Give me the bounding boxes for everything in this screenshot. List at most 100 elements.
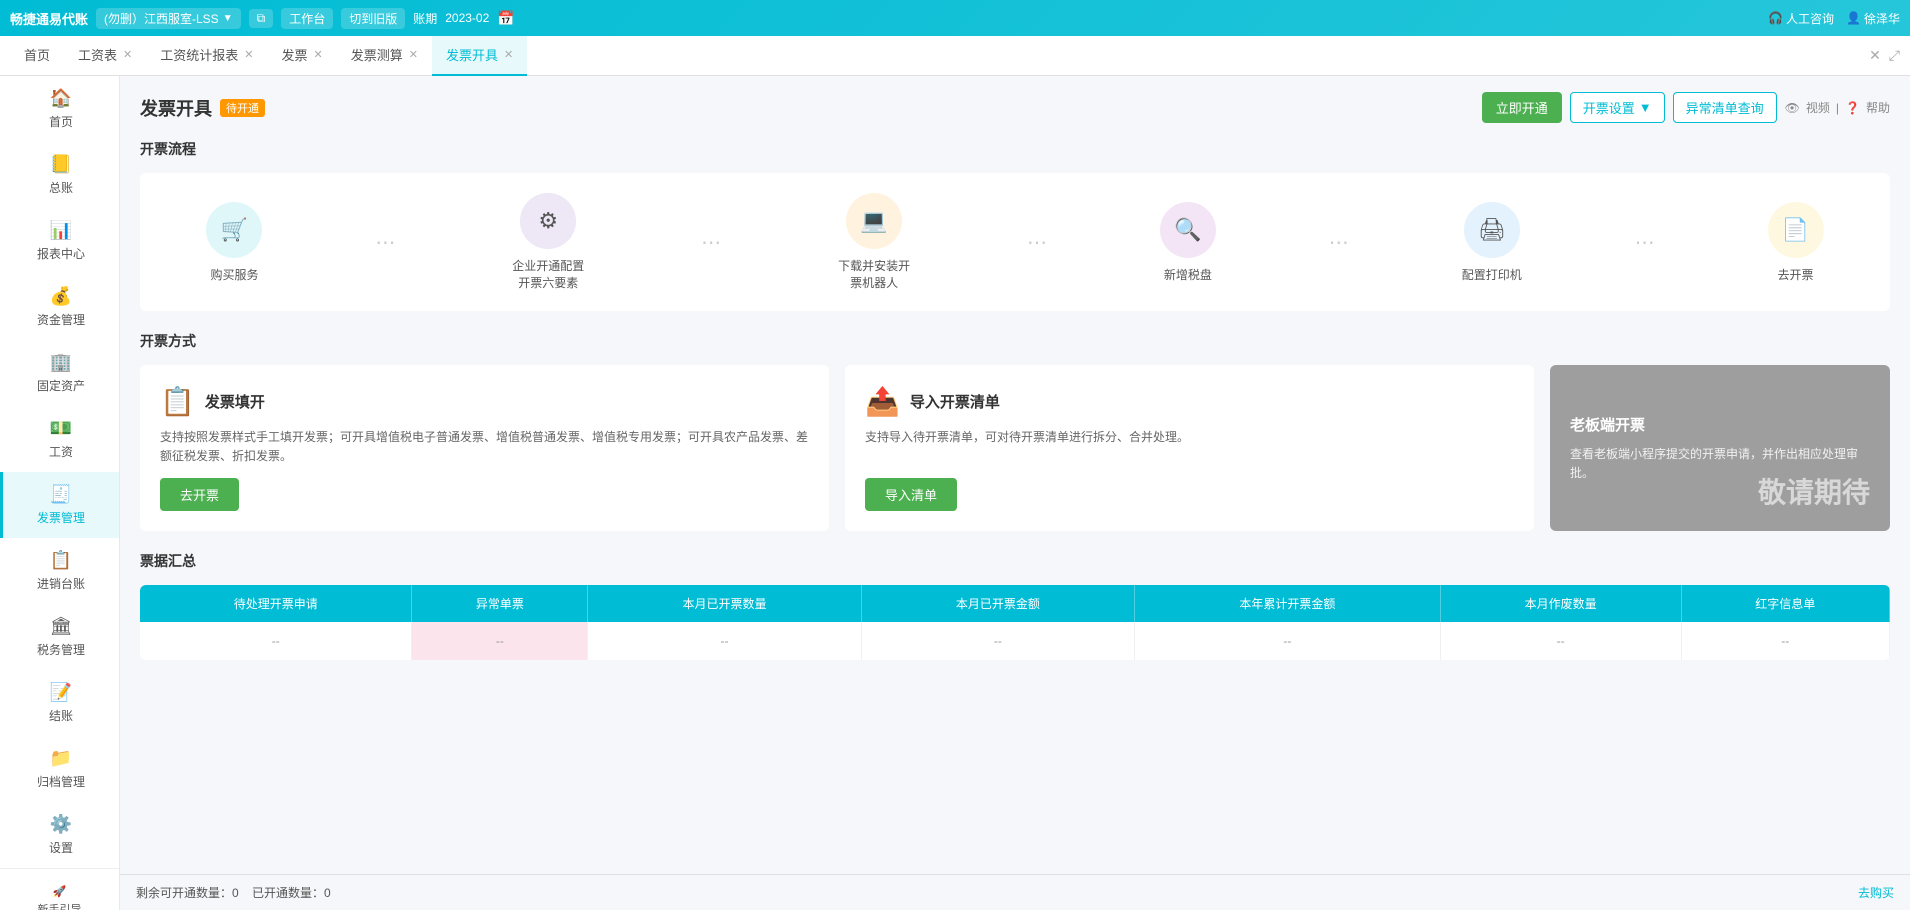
sidebar-item-settings[interactable]: ⚙️ 设置: [0, 802, 119, 868]
step-configure[interactable]: ⚙ 企业开通配置开票六要素: [508, 193, 588, 291]
open-settings-button[interactable]: 开票设置 ▼: [1570, 92, 1665, 123]
company-name: (勿删）江西服室-LSS: [104, 10, 219, 27]
tab-invoice-issue-label: 发票开具: [446, 45, 498, 64]
top-bar: 畅捷通易代账 (勿删）江西服室-LSS ▼ ⧉ 工作台 切到旧版 账期 2023…: [0, 0, 1910, 36]
sidebar-item-ledger[interactable]: 📒 总账: [0, 142, 119, 208]
method-cards: 📋 发票填开 支持按照发票样式手工填开发票；可开具增值税电子普通发票、增值税普通…: [140, 365, 1890, 531]
step-issue-invoice-icon: 📄: [1782, 217, 1809, 243]
cell-pending[interactable]: --: [140, 622, 412, 660]
sidebar-item-settlement[interactable]: 📝 结账: [0, 670, 119, 736]
sidebar-item-purchase-sales-label: 进销台账: [37, 575, 85, 592]
sidebar-item-guide[interactable]: 🚀 新手引导: [0, 877, 119, 910]
sep1: |: [1836, 101, 1839, 115]
sidebar-item-home-label: 首页: [49, 113, 73, 130]
help-label[interactable]: 帮助: [1866, 99, 1890, 116]
calendar-icon[interactable]: 📅: [497, 10, 514, 27]
tab-home[interactable]: 首页: [10, 36, 64, 76]
window-restore-icon[interactable]: ⤢: [1889, 47, 1900, 64]
sidebar-item-invoice-label: 发票管理: [37, 509, 85, 526]
tab-payroll[interactable]: 工资表 ✕: [64, 36, 146, 76]
window-close-icon[interactable]: ✕: [1869, 47, 1881, 64]
period-value[interactable]: 2023-02: [445, 11, 489, 25]
sidebar-item-payroll-label: 工资: [49, 443, 73, 460]
method-card-import-header: 📤 导入开票清单: [865, 385, 1514, 418]
tab-invoice-issue-close[interactable]: ✕: [504, 48, 513, 61]
col-red-info: 红字信息单: [1681, 585, 1889, 622]
import-list-button[interactable]: 导入清单: [865, 478, 957, 511]
sidebar-item-settlement-label: 结账: [49, 707, 73, 724]
bottom-remaining: 剩余可开通数量：0 已开通数量：0: [136, 884, 331, 901]
col-month-amount: 本月已开票金额: [861, 585, 1134, 622]
tab-invoice[interactable]: 发票 ✕: [267, 36, 336, 76]
workspace-button[interactable]: 工作台: [281, 8, 333, 29]
user-icon: 👤: [1846, 11, 1861, 25]
abnormal-query-button[interactable]: 异常清单查询: [1673, 92, 1777, 123]
tab-bar-right: ✕ ⤢: [1869, 47, 1900, 64]
sidebar-item-assets[interactable]: 🏢 固定资产: [0, 340, 119, 406]
sidebar-item-archive[interactable]: 📁 归档管理: [0, 736, 119, 802]
cell-month-amount: --: [861, 622, 1134, 660]
sidebar-item-reports-label: 报表中心: [37, 245, 85, 262]
col-abnormal: 异常单票: [412, 585, 588, 622]
cell-void-count: --: [1440, 622, 1681, 660]
payroll-icon: 💵: [50, 418, 72, 439]
sidebar-item-invoice[interactable]: 🧾 发票管理: [0, 472, 119, 538]
tab-invoice-calc-close[interactable]: ✕: [409, 48, 418, 61]
step-download[interactable]: 💻 下载并安装开票机器人: [834, 193, 914, 291]
tab-payroll-close[interactable]: ✕: [123, 48, 132, 61]
method-card-manual-icon: 📋: [160, 385, 195, 418]
page-actions-right: 👁 视频 | ❓ 帮助: [1785, 99, 1890, 116]
process-section: 开票流程 🛒 购买服务 ⋯ ⚙ 企业开通配置开票六要素 ⋯: [140, 139, 1890, 311]
copy-button[interactable]: ⧉: [249, 9, 274, 28]
sidebar-item-ledger-label: 总账: [49, 179, 73, 196]
summary-section: 票据汇总 待处理开票申请 异常单票 本月已开票数量 本月已开票金额 本年累计开票…: [140, 551, 1890, 660]
step-issue-invoice[interactable]: 📄 去开票: [1768, 202, 1824, 283]
sidebar-item-tax-label: 税务管理: [37, 641, 85, 658]
step-buy-service[interactable]: 🛒 购买服务: [206, 202, 262, 283]
cell-abnormal[interactable]: --: [412, 622, 588, 660]
page-title: 发票开具: [140, 95, 212, 121]
method-section: 开票方式 📋 发票填开 支持按照发票样式手工填开发票；可开具增值税电子普通发票、…: [140, 331, 1890, 531]
sidebar-item-tax[interactable]: 🏛 税务管理: [0, 604, 119, 670]
sidebar-item-reports[interactable]: 📊 报表中心: [0, 208, 119, 274]
tab-payroll-stats-label: 工资统计报表: [160, 45, 238, 64]
tab-invoice-issue[interactable]: 发票开具 ✕: [432, 36, 527, 76]
open-now-button[interactable]: 立即开通: [1482, 92, 1562, 123]
tab-invoice-calc[interactable]: 发票测算 ✕: [337, 36, 432, 76]
method-card-import: 📤 导入开票清单 支持导入待开票清单，可对待开票清单进行拆分、合并处理。 导入清…: [845, 365, 1534, 531]
buy-link[interactable]: 去购买: [1858, 884, 1894, 901]
arrow-4: ⋯: [1329, 230, 1349, 255]
assets-icon: 🏢: [50, 352, 72, 373]
service-icon: 🎧: [1768, 11, 1783, 25]
user-info[interactable]: 👤 徐泽华: [1846, 10, 1900, 27]
tab-home-label: 首页: [24, 45, 50, 64]
go-issue-button[interactable]: 去开票: [160, 478, 239, 511]
service-button[interactable]: 🎧 人工咨询: [1768, 10, 1834, 27]
step-add-taxbox-icon: 🔍: [1174, 217, 1201, 243]
sidebar-item-funds[interactable]: 💰 资金管理: [0, 274, 119, 340]
ledger-icon: 📒: [50, 154, 72, 175]
tax-icon: 🏛: [50, 616, 73, 637]
step-add-taxbox[interactable]: 🔍 新增税盘: [1160, 202, 1216, 283]
page-title-row: 发票开具 待开通: [140, 95, 265, 121]
sidebar-item-purchase-sales[interactable]: 📋 进销台账: [0, 538, 119, 604]
view-label[interactable]: 视频: [1806, 99, 1830, 116]
sidebar-item-home[interactable]: 🏠 首页: [0, 76, 119, 142]
step-add-taxbox-label: 新增税盘: [1164, 266, 1212, 283]
top-bar-right: 🎧 人工咨询 👤 徐泽华: [1768, 10, 1900, 27]
tab-invoice-close[interactable]: ✕: [314, 48, 323, 61]
coming-soon-label: 敬请期待: [1758, 471, 1870, 511]
company-selector[interactable]: (勿删）江西服室-LSS ▼: [96, 8, 241, 29]
home-icon: 🏠: [50, 88, 72, 109]
open-settings-label: 开票设置: [1583, 98, 1635, 117]
tab-payroll-stats-close[interactable]: ✕: [244, 48, 253, 61]
step-config-printer[interactable]: 🖨 配置打印机: [1462, 202, 1522, 283]
switch-old-button[interactable]: 切到旧版: [341, 8, 405, 29]
step-download-label: 下载并安装开票机器人: [834, 257, 914, 291]
tab-payroll-stats[interactable]: 工资统计报表 ✕: [146, 36, 267, 76]
sidebar-item-archive-label: 归档管理: [37, 773, 85, 790]
step-configure-label: 企业开通配置开票六要素: [508, 257, 588, 291]
sidebar-item-payroll[interactable]: 💵 工资: [0, 406, 119, 472]
method-card-import-title: 导入开票清单: [910, 391, 1000, 412]
process-steps: 🛒 购买服务 ⋯ ⚙ 企业开通配置开票六要素 ⋯ 💻 下载并安装开票机: [140, 173, 1890, 311]
